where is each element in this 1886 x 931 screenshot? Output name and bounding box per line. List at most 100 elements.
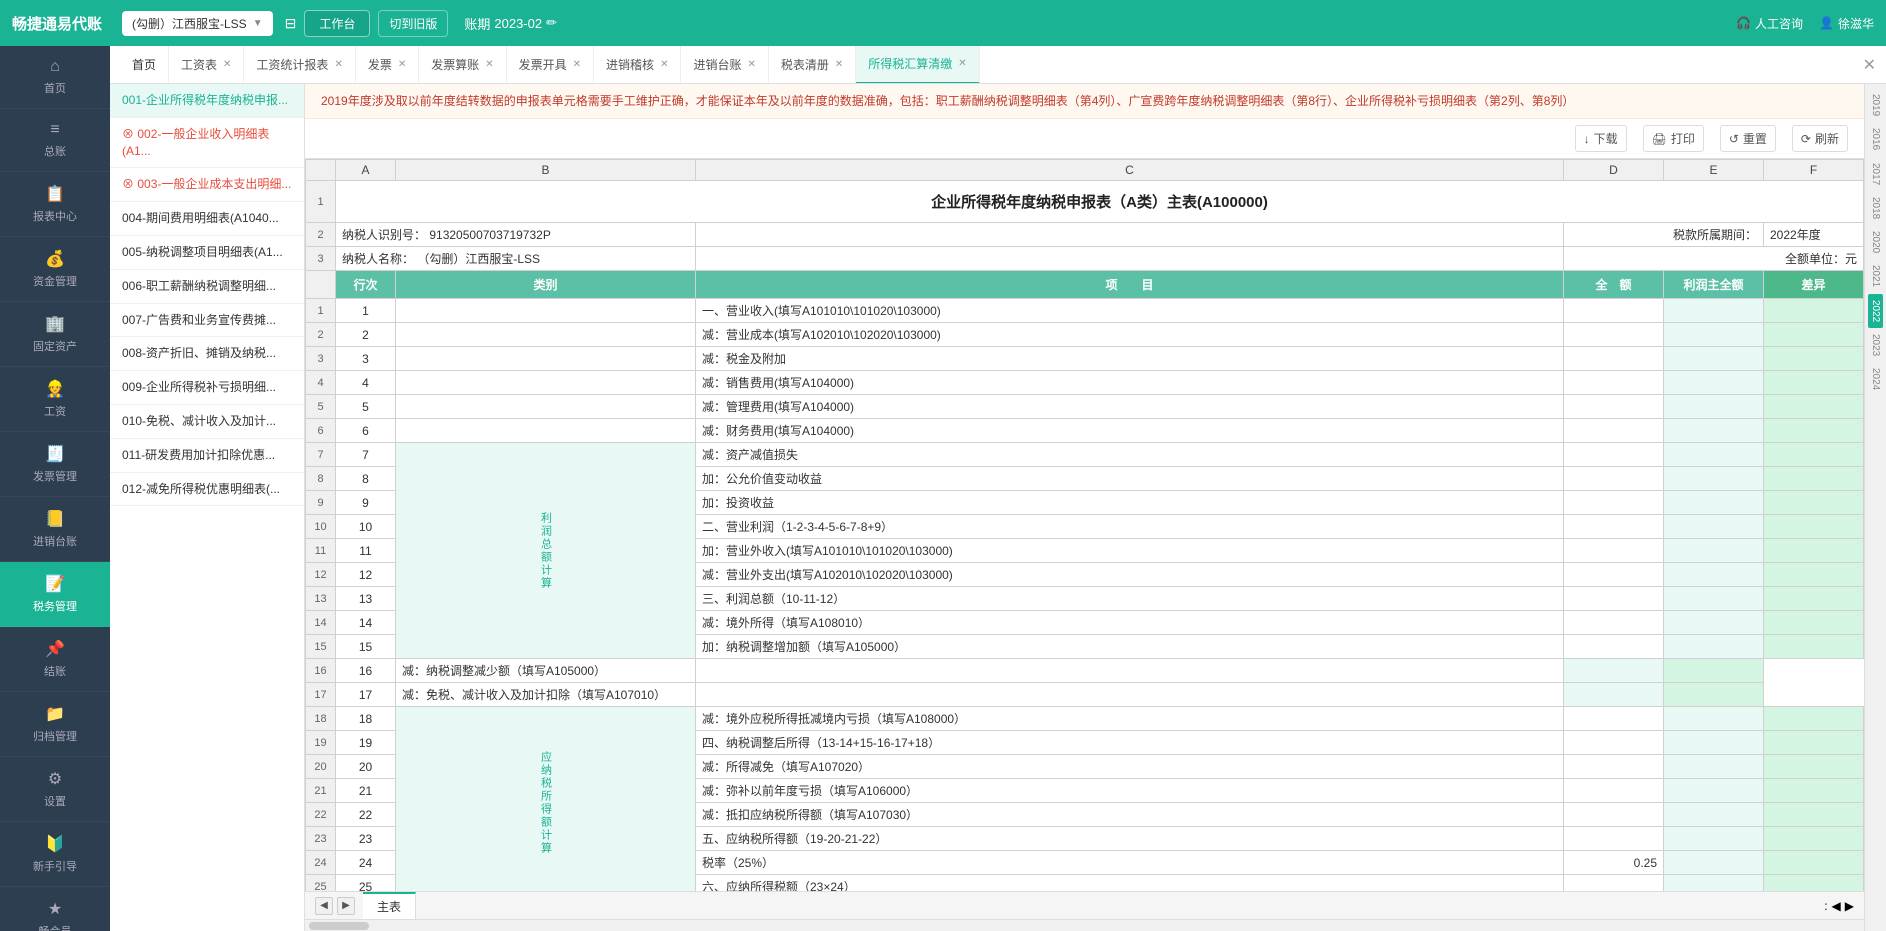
sidebar-item-tax[interactable]: 📝 税务管理 (0, 562, 110, 627)
nav-prev-btn[interactable]: ◀ (315, 897, 333, 915)
amount-cell[interactable] (1564, 491, 1664, 515)
item-cell[interactable]: 减：纳税调整减少额（填写A105000） (396, 659, 696, 683)
amount-cell[interactable] (1564, 419, 1664, 443)
sheet-area[interactable]: A B C D E F 1 企业所得税年度纳税 (305, 159, 1864, 891)
profit-amount-cell[interactable] (1664, 347, 1764, 371)
period-edit-icon[interactable]: ✏ (546, 15, 557, 31)
profit-amount-cell[interactable] (1664, 755, 1764, 779)
seq-cell[interactable]: 18 (336, 707, 396, 731)
amount-cell[interactable] (1564, 875, 1664, 892)
amount-cell[interactable] (1564, 731, 1664, 755)
tab-invoice-issue[interactable]: 发票开具 ✕ (507, 46, 594, 84)
diff-cell[interactable] (1764, 563, 1864, 587)
tab-salary[interactable]: 工资表 ✕ (169, 46, 244, 84)
scroll-left-icon[interactable]: ◀ (1832, 899, 1841, 913)
tab-salary-close[interactable]: ✕ (223, 59, 231, 70)
item-cell[interactable]: 五、应纳税所得额（19-20-21-22） (696, 827, 1564, 851)
sidebar-item-invoice[interactable]: 🧾 发票管理 (0, 432, 110, 497)
diff-cell[interactable] (1764, 731, 1864, 755)
seq-cell[interactable]: 10 (336, 515, 396, 539)
tab-salary-report-close[interactable]: ✕ (334, 59, 342, 70)
seq-cell[interactable]: 23 (336, 827, 396, 851)
item-cell[interactable]: 一、营业收入(填写A101010\101020\103000) (696, 299, 1564, 323)
amount-cell[interactable] (1564, 323, 1664, 347)
amount-cell[interactable] (1564, 755, 1664, 779)
year-2022[interactable]: 2022 (1868, 294, 1883, 328)
diff-cell[interactable] (1764, 347, 1864, 371)
diff-cell[interactable] (1764, 467, 1864, 491)
profit-amount-cell[interactable] (1664, 611, 1764, 635)
amount-cell[interactable] (1564, 779, 1664, 803)
item-cell[interactable]: 减：境外所得（填写A108010） (696, 611, 1564, 635)
seq-cell[interactable]: 20 (336, 755, 396, 779)
left-panel-item-010[interactable]: 010-免税、减计收入及加计... (110, 405, 304, 439)
sidebar-item-guide[interactable]: 🔰 新手引导 (0, 822, 110, 887)
tab-invoice[interactable]: 发票 ✕ (356, 46, 419, 84)
amount-cell[interactable] (1564, 539, 1664, 563)
seq-cell[interactable]: 7 (336, 443, 396, 467)
item-cell[interactable]: 减：所得减免（填写A107020） (696, 755, 1564, 779)
seq-cell[interactable]: 14 (336, 611, 396, 635)
diff-cell[interactable] (1664, 659, 1764, 683)
seq-cell[interactable]: 9 (336, 491, 396, 515)
profit-amount-cell[interactable] (1664, 395, 1764, 419)
diff-cell[interactable] (1764, 755, 1864, 779)
seq-cell[interactable]: 6 (336, 419, 396, 443)
seq-cell[interactable]: 15 (336, 635, 396, 659)
profit-amount-cell[interactable] (1664, 851, 1764, 875)
left-panel-item-002[interactable]: ⊗ 002-一般企业收入明细表(A1... (110, 118, 304, 169)
sidebar-item-funds[interactable]: 💰 资金管理 (0, 237, 110, 302)
item-cell[interactable]: 减：弥补以前年度亏损（填写A106000） (696, 779, 1564, 803)
diff-cell[interactable] (1764, 395, 1864, 419)
seq-cell[interactable]: 17 (336, 683, 396, 707)
item-cell[interactable]: 减：管理费用(填写A104000) (696, 395, 1564, 419)
year-2023[interactable]: 2023 (1868, 328, 1883, 362)
scroll-right-icon[interactable]: ▶ (1845, 899, 1854, 913)
tab-bar-close-btn[interactable]: ✕ (1853, 55, 1876, 75)
amount-cell[interactable]: 0.25 (1564, 851, 1664, 875)
item-cell[interactable]: 六、应纳所得税额（23×24） (696, 875, 1564, 892)
item-cell[interactable]: 减：税金及附加 (696, 347, 1564, 371)
user-name-btn[interactable]: 👤 徐滋华 (1819, 15, 1874, 32)
diff-cell[interactable] (1764, 635, 1864, 659)
tab-invoice-issue-close[interactable]: ✕ (573, 59, 581, 70)
item-cell[interactable]: 加：纳税调整增加额（填写A105000） (696, 635, 1564, 659)
item-cell[interactable]: 减：营业外支出(填写A102010\102020\103000) (696, 563, 1564, 587)
amount-cell[interactable] (1564, 587, 1664, 611)
seq-cell[interactable]: 21 (336, 779, 396, 803)
tab-invoice-close[interactable]: ✕ (398, 59, 406, 70)
seq-cell[interactable]: 8 (336, 467, 396, 491)
item-cell[interactable]: 减：财务费用(填写A104000) (696, 419, 1564, 443)
sidebar-item-salary[interactable]: 👷 工资 (0, 367, 110, 432)
tab-sales-check-close[interactable]: ✕ (660, 59, 668, 70)
diff-cell[interactable] (1764, 491, 1864, 515)
profit-amount-cell[interactable] (1664, 299, 1764, 323)
profit-amount-cell[interactable] (1664, 419, 1764, 443)
horizontal-scrollbar[interactable] (305, 919, 1864, 931)
profit-amount-cell[interactable] (1664, 875, 1764, 892)
diff-cell[interactable] (1764, 611, 1864, 635)
seq-cell[interactable]: 12 (336, 563, 396, 587)
item-cell[interactable]: 减：资产减值损失 (696, 443, 1564, 467)
seq-cell[interactable]: 4 (336, 371, 396, 395)
seq-cell[interactable]: 5 (336, 395, 396, 419)
seq-cell[interactable]: 1 (336, 299, 396, 323)
profit-amount-cell[interactable] (1664, 371, 1764, 395)
left-panel-item-009[interactable]: 009-企业所得税补亏损明细... (110, 371, 304, 405)
left-panel-item-004[interactable]: 004-期间费用明细表(A1040... (110, 202, 304, 236)
amount-cell[interactable] (1564, 827, 1664, 851)
amount-cell[interactable] (1564, 347, 1664, 371)
left-panel-item-008[interactable]: 008-资产折旧、摊销及纳税... (110, 337, 304, 371)
item-cell[interactable]: 减：销售费用(填写A104000) (696, 371, 1564, 395)
item-cell[interactable]: 二、营业利润（1-2-3-4-5-6-7-8+9） (696, 515, 1564, 539)
seq-cell[interactable]: 13 (336, 587, 396, 611)
bottom-tab-main[interactable]: 主表 (363, 892, 416, 920)
profit-amount-cell[interactable] (1664, 467, 1764, 491)
left-panel-item-012[interactable]: 012-减免所得税优惠明细表(... (110, 473, 304, 507)
profit-amount-cell[interactable] (1664, 635, 1764, 659)
item-cell[interactable]: 三、利润总额（10-11-12） (696, 587, 1564, 611)
nav-next-btn[interactable]: ▶ (337, 897, 355, 915)
profit-amount-cell[interactable] (1664, 731, 1764, 755)
profit-amount-cell[interactable] (1664, 803, 1764, 827)
diff-cell[interactable] (1764, 299, 1864, 323)
